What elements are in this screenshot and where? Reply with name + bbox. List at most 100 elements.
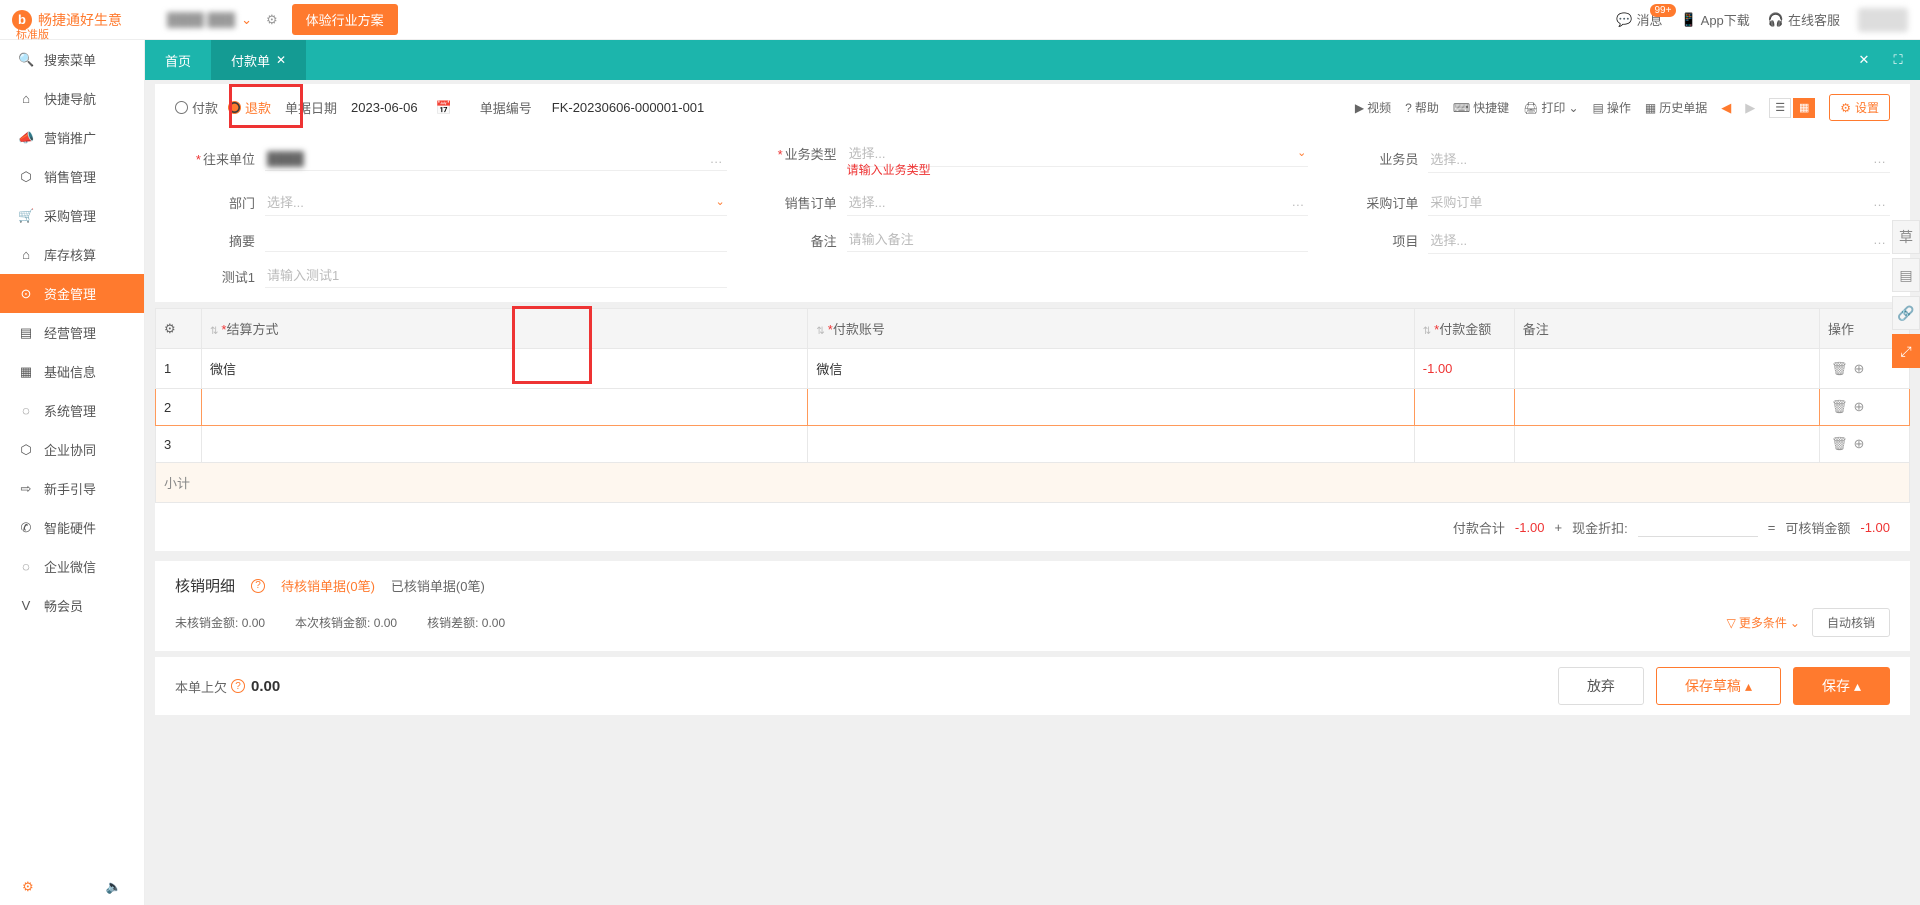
sidebar: 🔍搜索菜单 ⌂快捷导航 📣营销推广 ⬡销售管理 🛒采购管理 ⌂库存核算 ⊙资金管… [0, 40, 145, 905]
field-biz-type[interactable]: *业务类型 选择...⌄ [757, 139, 1309, 167]
history-link[interactable]: ▦ 历史单据 [1645, 99, 1707, 116]
settings-button[interactable]: ⚙ 设置 [1829, 94, 1890, 121]
sidebar-item-wecom[interactable]: ◌企业微信 [0, 547, 144, 586]
wecom-icon: ◌ [18, 559, 34, 574]
tab-pending[interactable]: 待核销单据(0笔) [281, 576, 375, 595]
summary-input[interactable] [265, 228, 727, 252]
col-settle[interactable]: *结算方式 [202, 309, 808, 349]
verifiable-value: -1.00 [1860, 520, 1890, 535]
field-project[interactable]: 项目 选择...… [1338, 226, 1890, 254]
tab-done[interactable]: 已核销单据(0笔) [391, 576, 485, 595]
abandon-button[interactable]: 放弃 [1558, 667, 1644, 705]
megaphone-icon: 📣 [18, 130, 34, 146]
tab-home[interactable]: 首页 [145, 40, 211, 80]
cash-discount-input[interactable] [1638, 517, 1758, 537]
col-account[interactable]: *付款账号 [808, 309, 1414, 349]
hex2-icon: ⬡ [18, 442, 34, 458]
tabs-close-all-icon[interactable]: ✕ [1850, 46, 1878, 74]
subtotal-row: 小计 [156, 463, 1910, 503]
table-row[interactable]: 1 微信 微信 -1.00 🗑⊕ [156, 349, 1910, 389]
close-icon[interactable]: ✕ [276, 53, 286, 67]
settings-gear-icon[interactable]: ⚙ [22, 879, 34, 895]
field-remark[interactable]: 备注 [757, 226, 1309, 254]
warehouse-icon: ⌂ [18, 247, 34, 262]
org-selector[interactable]: ████ ███ [167, 12, 235, 27]
delete-icon[interactable]: 🗑 [1831, 399, 1848, 414]
gear-icon[interactable]: ⚙ [266, 12, 278, 28]
app-download-link[interactable]: 📱 App下载 [1680, 10, 1749, 29]
next-doc-icon[interactable]: ▶ [1745, 100, 1755, 116]
sidebar-item-base[interactable]: ▦基础信息 [0, 352, 144, 391]
save-draft-button[interactable]: 保存草稿▴ [1656, 667, 1781, 705]
sidebar-item-sales[interactable]: ⬡销售管理 [0, 157, 144, 196]
radio-refund[interactable]: 退款 [228, 98, 271, 117]
auto-verify-button[interactable]: 自动核销 [1812, 608, 1890, 637]
sidebar-item-member[interactable]: V畅会员 [0, 586, 144, 625]
help-icon[interactable]: ? [231, 679, 245, 693]
calendar-icon[interactable]: 📅 [436, 100, 452, 116]
sidebar-item-collab[interactable]: ⬡企业协同 [0, 430, 144, 469]
sidebar-item-quicknav[interactable]: ⌂快捷导航 [0, 79, 144, 118]
field-summary[interactable]: 摘要 [175, 226, 727, 254]
field-partner[interactable]: *往来单位 ████… [175, 139, 727, 178]
owed-value: 0.00 [251, 678, 280, 695]
chevron-down-icon[interactable]: ⌄ [241, 12, 252, 28]
delete-icon[interactable]: 🗑 [1831, 436, 1848, 451]
save-button[interactable]: 保存▴ [1793, 667, 1890, 705]
remark-input[interactable] [847, 228, 1309, 252]
rail-doc-icon[interactable]: ▤ [1892, 258, 1920, 292]
col-remark[interactable]: 备注 [1514, 309, 1819, 349]
phone-icon: 📱 [1680, 12, 1696, 28]
col-amount[interactable]: *付款金额 [1414, 309, 1514, 349]
view-card-icon[interactable]: ▦ [1793, 98, 1815, 118]
video-link[interactable]: ▶ 视频 [1355, 99, 1391, 116]
rail-expand-icon[interactable]: ⤢ [1892, 334, 1920, 368]
help-link[interactable]: ? 帮助 [1405, 99, 1439, 116]
customer-service-link[interactable]: 🎧 在线客服 [1768, 10, 1840, 29]
sidebar-item-funds[interactable]: ⊙资金管理 [0, 274, 144, 313]
shortcut-link[interactable]: ⌨ 快捷键 [1453, 99, 1509, 116]
add-icon[interactable]: ⊕ [1854, 436, 1865, 451]
sidebar-item-guide[interactable]: ⇨新手引导 [0, 469, 144, 508]
rail-link-icon[interactable]: 🔗 [1892, 296, 1920, 330]
help-icon[interactable]: ? [251, 579, 265, 593]
messages-link[interactable]: 💬 消息 99+ [1616, 10, 1662, 29]
col-gear[interactable]: ⚙ [156, 309, 202, 349]
sidebar-item-hardware[interactable]: ✆智能硬件 [0, 508, 144, 547]
totals-bar: 付款合计 -1.00 + 现金折扣: = 可核销金额 -1.00 [155, 503, 1910, 551]
prev-doc-icon[interactable]: ◀ [1721, 100, 1731, 116]
radio-payment[interactable]: 付款 [175, 98, 218, 117]
fullscreen-icon[interactable]: ⛶ [1884, 46, 1912, 74]
verification-section: 核销明细 ? 待核销单据(0笔) 已核销单据(0笔) 未核销金额: 0.00 本… [155, 561, 1910, 651]
field-dept[interactable]: 部门 选择...⌄ [175, 188, 727, 216]
operate-link[interactable]: ▤ 操作 [1593, 99, 1631, 116]
add-icon[interactable]: ⊕ [1854, 361, 1865, 376]
field-salesperson[interactable]: 业务员 选择...… [1338, 139, 1890, 178]
sidebar-item-biz[interactable]: ▤经营管理 [0, 313, 144, 352]
tab-payment[interactable]: 付款单 ✕ [211, 40, 306, 80]
sidebar-item-inventory[interactable]: ⌂库存核算 [0, 235, 144, 274]
sidebar-item-search[interactable]: 🔍搜索菜单 [0, 40, 144, 79]
view-list-icon[interactable]: ☰ [1769, 98, 1791, 118]
sound-icon[interactable]: 🔈 [106, 879, 122, 895]
field-test1[interactable]: 测试1 [175, 264, 727, 288]
cta-button[interactable]: 体验行业方案 [292, 4, 398, 35]
more-conditions-link[interactable]: ▽ 更多条件 ⌄ [1727, 614, 1800, 631]
table-row[interactable]: 2 🗑⊕ [156, 389, 1910, 426]
sidebar-item-system[interactable]: ◌系统管理 [0, 391, 144, 430]
sidebar-item-purchase[interactable]: 🛒采购管理 [0, 196, 144, 235]
sidebar-item-marketing[interactable]: 📣营销推广 [0, 118, 144, 157]
print-link[interactable]: 🖨 打印 ⌄ [1523, 99, 1578, 116]
table-row[interactable]: 3 🗑⊕ [156, 426, 1910, 463]
add-icon[interactable]: ⊕ [1854, 399, 1865, 414]
home-icon: ⌂ [18, 91, 34, 106]
delete-icon[interactable]: 🗑 [1831, 361, 1848, 376]
field-sales-order[interactable]: 销售订单 选择...… [757, 188, 1309, 216]
footer-bar: 本单上欠 ? 0.00 放弃 保存草稿▴ 保存▴ [155, 657, 1910, 715]
date-value[interactable]: 2023-06-06 [351, 100, 418, 115]
rail-draft-icon[interactable]: 草 [1892, 220, 1920, 254]
field-purchase-order[interactable]: 采购订单 采购订单… [1338, 188, 1890, 216]
avatar[interactable] [1858, 8, 1908, 32]
test1-input[interactable] [265, 264, 727, 288]
cart-icon: 🛒 [18, 208, 34, 224]
